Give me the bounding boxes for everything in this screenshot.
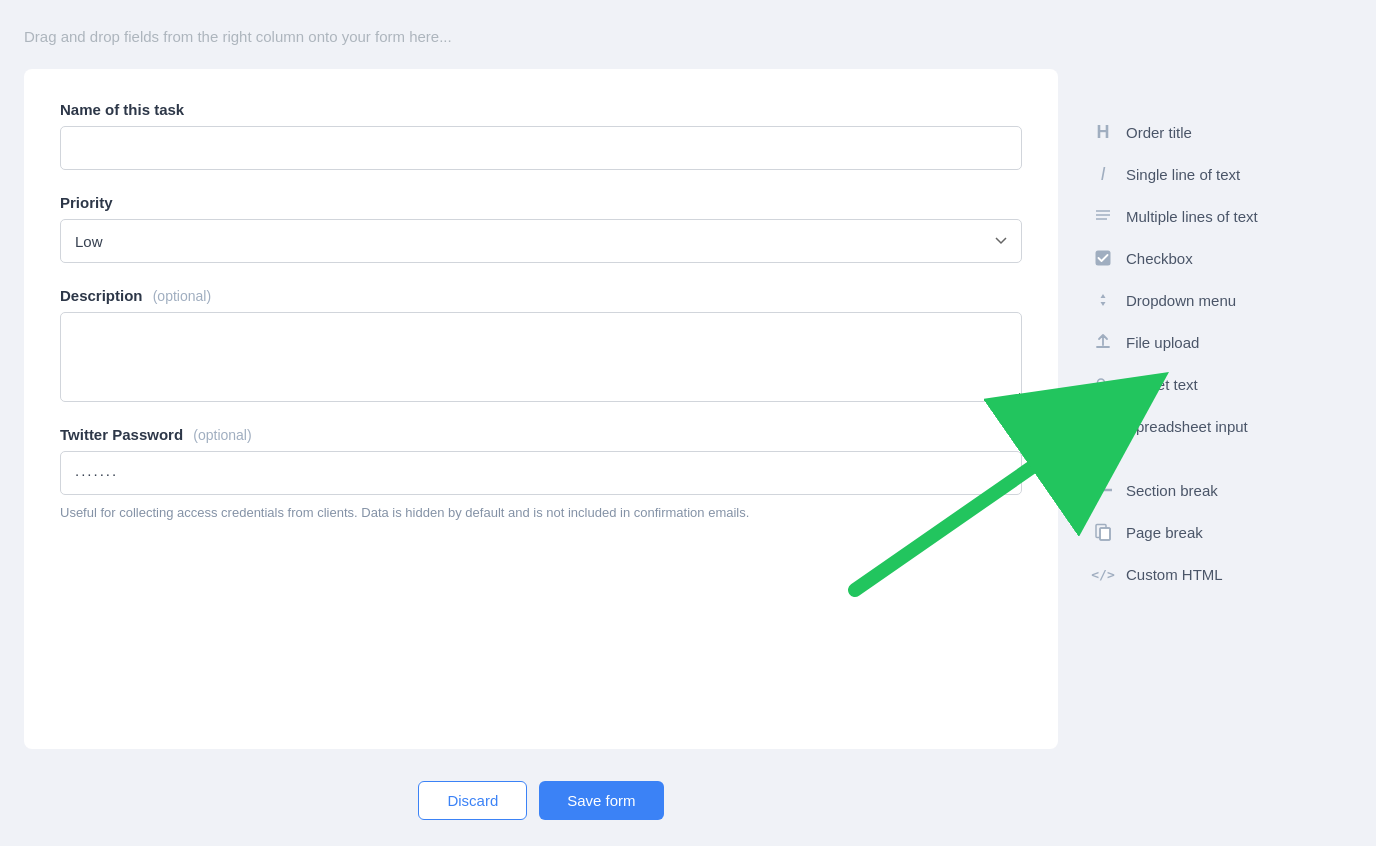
multiple-lines-icon [1092, 205, 1114, 227]
discard-button[interactable]: Discard [418, 781, 527, 820]
sidebar-item-dropdown[interactable]: Dropdown menu [1082, 282, 1352, 318]
sidebar-item-multiple-lines[interactable]: Multiple lines of text [1082, 198, 1352, 234]
sidebar-label-checkbox: Checkbox [1126, 250, 1193, 267]
input-twitter-password[interactable] [60, 451, 1022, 495]
optional-badge-description: (optional) [153, 288, 211, 304]
spreadsheet-icon [1092, 415, 1114, 437]
file-upload-icon [1092, 331, 1114, 353]
sidebar-item-page-break[interactable]: Page break [1082, 514, 1352, 550]
key-icon [1092, 373, 1114, 395]
sidebar-divider [1082, 450, 1352, 466]
heading-icon: H [1092, 121, 1114, 143]
sidebar-label-section-break: Section break [1126, 482, 1218, 499]
password-hint: Useful for collecting access credentials… [60, 503, 1022, 523]
sidebar-label-secret-text: Secret text [1126, 376, 1198, 393]
section-break-icon [1092, 479, 1114, 501]
textarea-description[interactable] [60, 312, 1022, 402]
label-description: Description (optional) [60, 287, 1022, 304]
sidebar-label-dropdown: Dropdown menu [1126, 292, 1236, 309]
label-task-name: Name of this task [60, 101, 1022, 118]
input-task-name[interactable] [60, 126, 1022, 170]
sidebar: H Order title I Single line of text Mult… [1082, 24, 1352, 820]
drag-hint: Drag and drop fields from the right colu… [24, 24, 1058, 53]
field-task-name: Name of this task [60, 101, 1022, 170]
optional-badge-password: (optional) [193, 427, 251, 443]
field-priority: Priority Low Medium High [60, 194, 1022, 263]
sidebar-label-file-upload: File upload [1126, 334, 1199, 351]
sidebar-label-order-title: Order title [1126, 124, 1192, 141]
field-description: Description (optional) [60, 287, 1022, 402]
dropdown-icon [1092, 289, 1114, 311]
checkbox-icon [1092, 247, 1114, 269]
sidebar-item-custom-html[interactable]: </> Custom HTML [1082, 556, 1352, 592]
select-priority[interactable]: Low Medium High [60, 219, 1022, 263]
svg-rect-12 [1100, 528, 1110, 540]
save-form-button[interactable]: Save form [539, 781, 663, 820]
sidebar-item-file-upload[interactable]: File upload [1082, 324, 1352, 360]
sidebar-label-spreadsheet: Spreadsheet input [1126, 418, 1248, 435]
sidebar-label-multiple-lines: Multiple lines of text [1126, 208, 1258, 225]
form-card: Name of this task Priority Low Medium Hi… [24, 69, 1058, 749]
field-twitter-password: Twitter Password (optional) Useful for c… [60, 426, 1022, 523]
single-line-icon: I [1092, 163, 1114, 185]
form-footer: Discard Save form [24, 765, 1058, 820]
label-priority: Priority [60, 194, 1022, 211]
label-twitter-password: Twitter Password (optional) [60, 426, 1022, 443]
sidebar-label-custom-html: Custom HTML [1126, 566, 1223, 583]
sidebar-item-checkbox[interactable]: Checkbox [1082, 240, 1352, 276]
sidebar-label-single-line: Single line of text [1126, 166, 1240, 183]
page-break-icon [1092, 521, 1114, 543]
sidebar-item-section-break[interactable]: Section break [1082, 472, 1352, 508]
svg-rect-5 [1096, 419, 1111, 434]
code-icon: </> [1092, 563, 1114, 585]
sidebar-item-single-line[interactable]: I Single line of text [1082, 156, 1352, 192]
sidebar-label-page-break: Page break [1126, 524, 1203, 541]
sidebar-item-spreadsheet[interactable]: Spreadsheet input [1082, 408, 1352, 444]
sidebar-item-secret-text[interactable]: Secret text [1082, 366, 1352, 402]
sidebar-item-order-title[interactable]: H Order title [1082, 114, 1352, 150]
